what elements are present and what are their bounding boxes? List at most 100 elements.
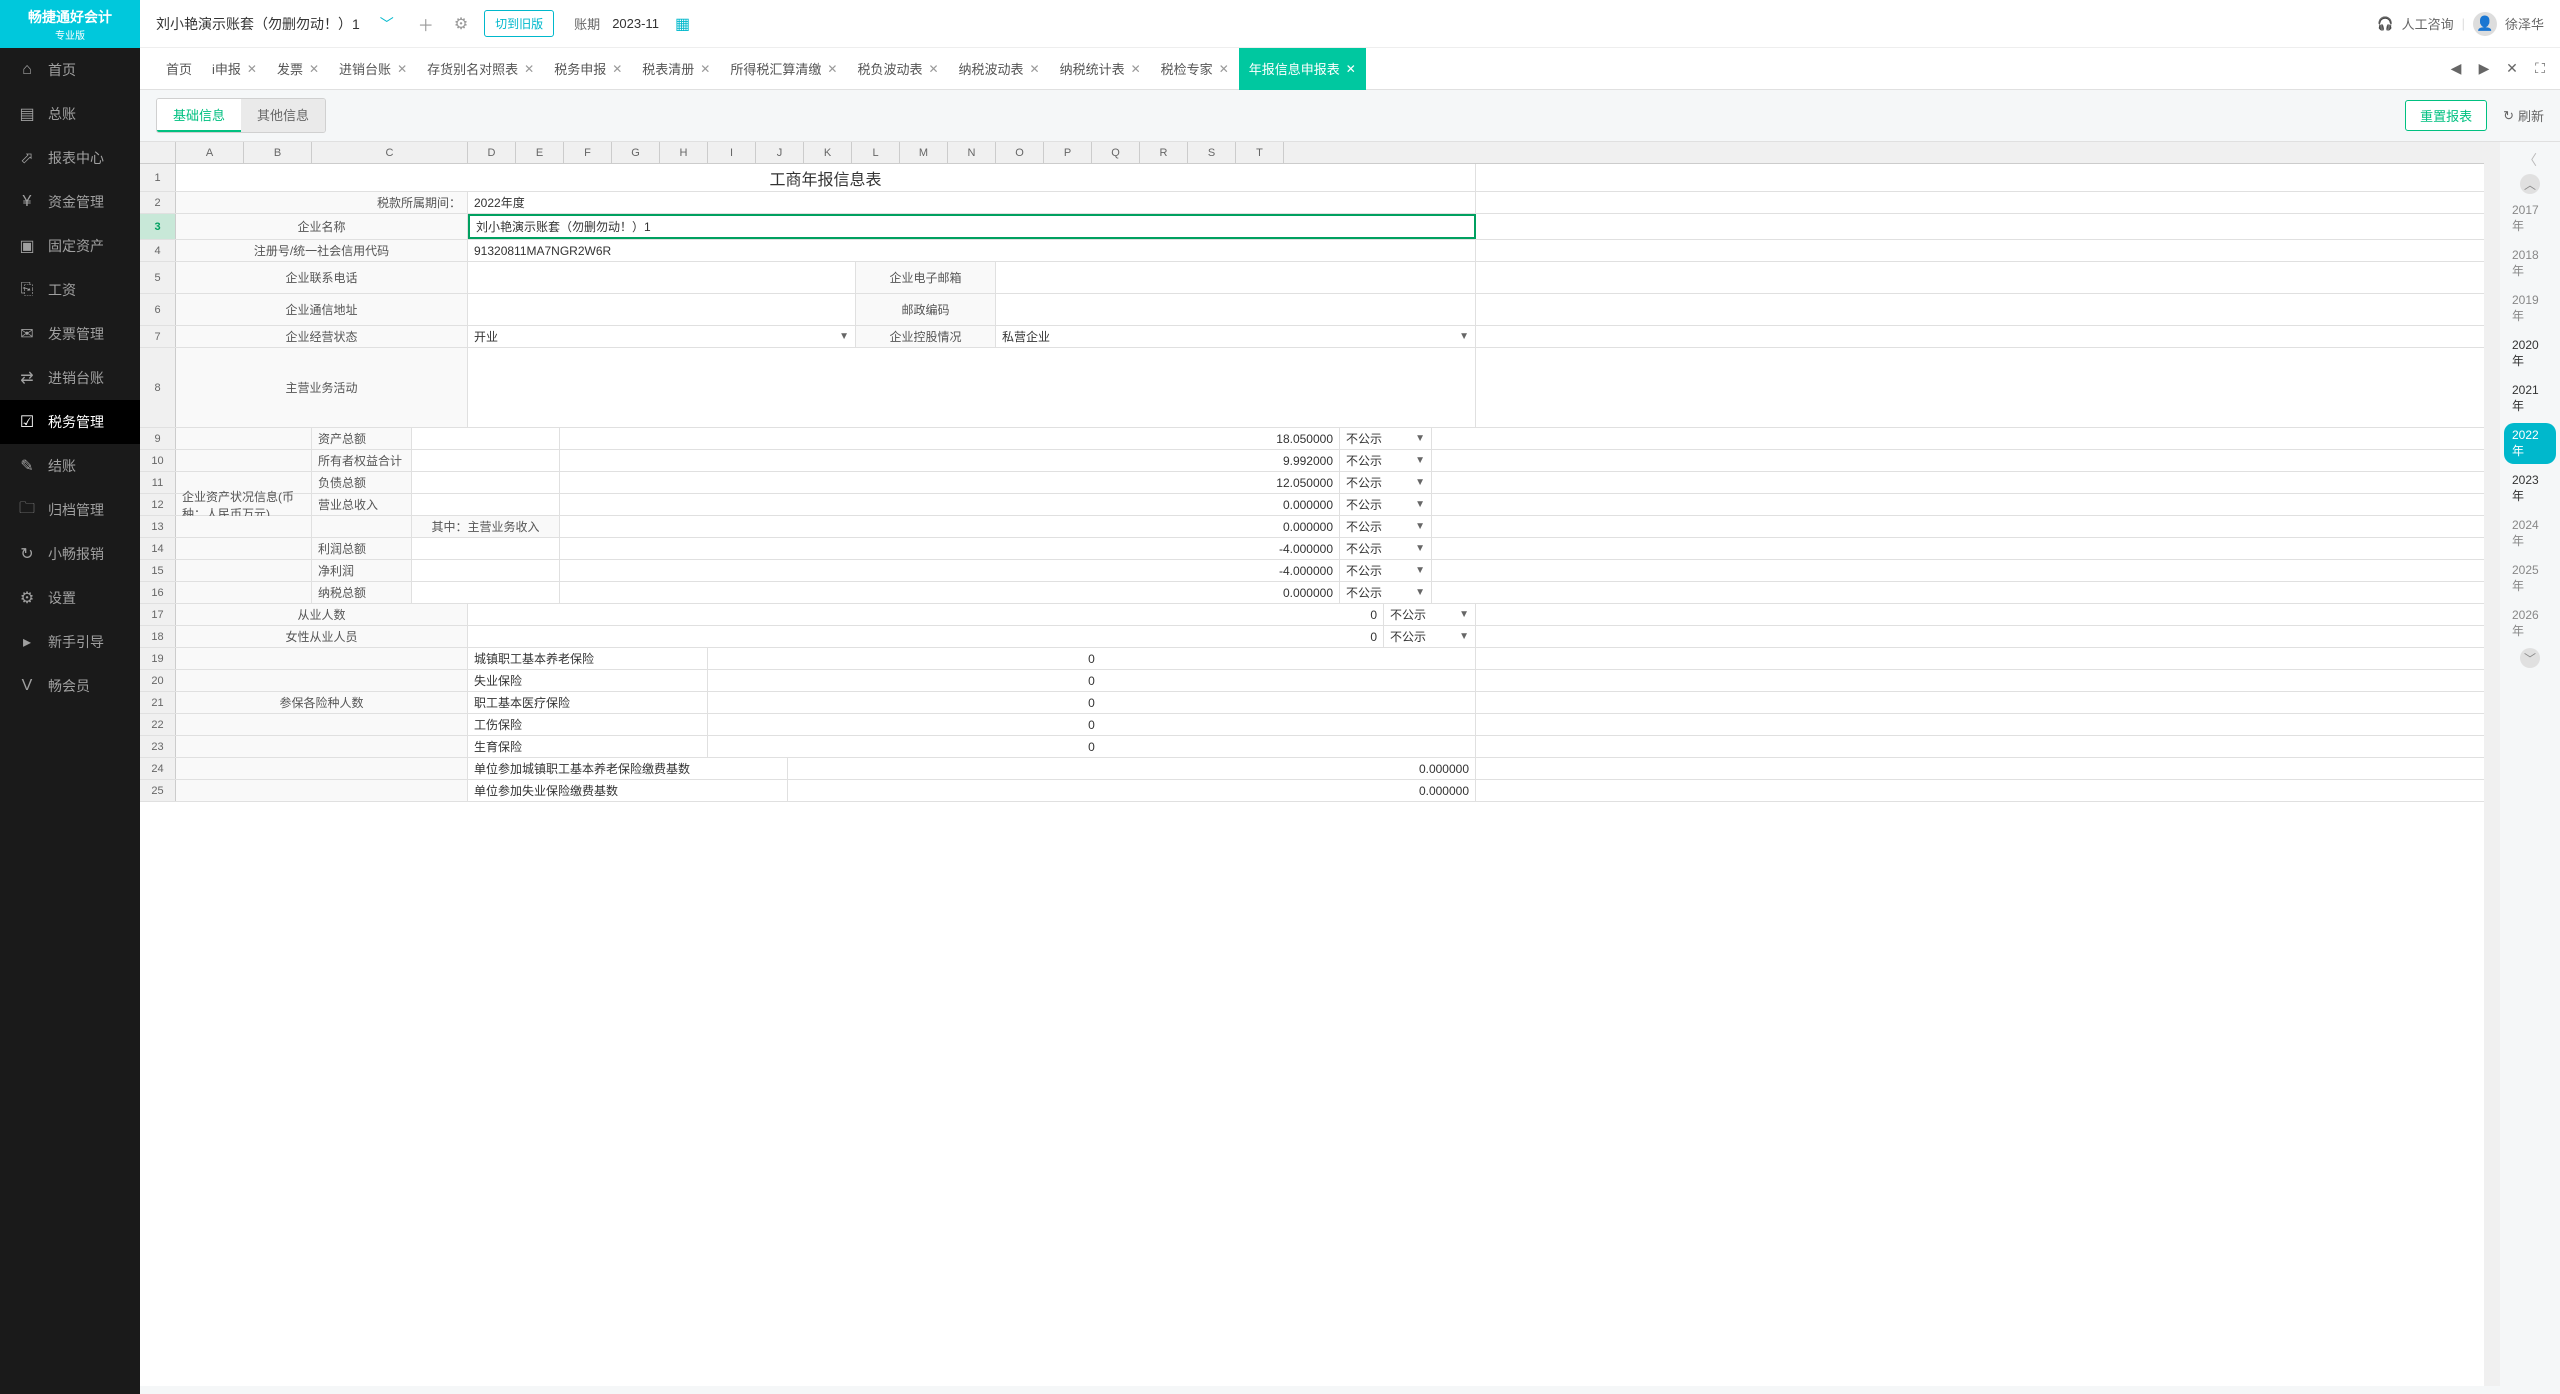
disclosure-dropdown[interactable]: 不公示▼: [1384, 604, 1476, 625]
row-header-1[interactable]: 1: [140, 164, 176, 191]
plus-icon[interactable]: ＋: [414, 8, 438, 40]
row-header-24[interactable]: 24: [140, 758, 176, 779]
year-item-2026年[interactable]: 2026年: [2504, 603, 2556, 644]
disclosure-dropdown[interactable]: 不公示▼: [1340, 472, 1432, 493]
disclosure-dropdown[interactable]: 不公示▼: [1340, 560, 1432, 581]
col-header-C[interactable]: C: [312, 142, 468, 163]
row-header-18[interactable]: 18: [140, 626, 176, 647]
avatar[interactable]: 👤: [2473, 12, 2497, 36]
year-item-2021年[interactable]: 2021年: [2504, 378, 2556, 419]
disclosure-dropdown[interactable]: 不公示▼: [1340, 494, 1432, 515]
year-item-2017年[interactable]: 2017年: [2504, 198, 2556, 239]
main-biz-input[interactable]: [468, 348, 1476, 427]
col-header-N[interactable]: N: [948, 142, 996, 163]
row-header-9[interactable]: 9: [140, 428, 176, 449]
col-header-B[interactable]: B: [244, 142, 312, 163]
tab-1[interactable]: i申报✕: [202, 48, 267, 90]
insurance-value[interactable]: 0: [708, 736, 1476, 757]
row-header-19[interactable]: 19: [140, 648, 176, 669]
year-up-icon[interactable]: ︿: [2520, 174, 2540, 194]
subtab-0[interactable]: 基础信息: [157, 99, 241, 132]
sidebar-item-0[interactable]: ⌂首页: [0, 48, 140, 92]
close-icon[interactable]: ✕: [1030, 62, 1040, 76]
disclosure-dropdown[interactable]: 不公示▼: [1340, 450, 1432, 471]
tab-10[interactable]: 纳税统计表✕: [1050, 48, 1151, 90]
period-value[interactable]: 2022年度: [468, 192, 1476, 213]
close-icon[interactable]: ✕: [1219, 62, 1229, 76]
reg-code-value[interactable]: 91320811MA7NGR2W6R: [468, 240, 1476, 261]
col-header-O[interactable]: O: [996, 142, 1044, 163]
col-header-G[interactable]: G: [612, 142, 660, 163]
reset-report-button[interactable]: 重置报表: [2405, 100, 2487, 131]
sidebar-item-2[interactable]: ⬀报表中心: [0, 136, 140, 180]
year-down-icon[interactable]: ﹀: [2520, 648, 2540, 668]
cell-value[interactable]: 0: [468, 626, 1384, 647]
year-item-2023年[interactable]: 2023年: [2504, 468, 2556, 509]
asset-value[interactable]: 9.992000: [560, 450, 1340, 471]
col-header-M[interactable]: M: [900, 142, 948, 163]
cell-input[interactable]: [468, 262, 856, 293]
sidebar-item-7[interactable]: ⇄进销台账: [0, 356, 140, 400]
row-header-3[interactable]: 3: [140, 214, 176, 239]
close-icon[interactable]: ✕: [612, 62, 622, 76]
row-header-25[interactable]: 25: [140, 780, 176, 801]
year-item-2022年[interactable]: 2022年: [2504, 423, 2556, 464]
asset-value[interactable]: 0.000000: [560, 582, 1340, 603]
col-header-H[interactable]: H: [660, 142, 708, 163]
cell-input[interactable]: [468, 294, 856, 325]
year-item-2019年[interactable]: 2019年: [2504, 288, 2556, 329]
tab-next-icon[interactable]: ▶: [2472, 57, 2496, 81]
cell-value[interactable]: 0.000000: [788, 758, 1476, 779]
row-header-21[interactable]: 21: [140, 692, 176, 713]
asset-value[interactable]: -4.000000: [560, 538, 1340, 559]
row-header-5[interactable]: 5: [140, 262, 176, 293]
cell-input[interactable]: [996, 294, 1476, 325]
sidebar-item-10[interactable]: 🗀归档管理: [0, 488, 140, 532]
sidebar-item-1[interactable]: ▤总账: [0, 92, 140, 136]
close-icon[interactable]: ✕: [524, 62, 534, 76]
close-icon[interactable]: ✕: [247, 62, 257, 76]
row-header-23[interactable]: 23: [140, 736, 176, 757]
refresh-button[interactable]: ↻ 刷新: [2503, 106, 2544, 125]
close-icon[interactable]: ✕: [928, 62, 938, 76]
tab-close-all-icon[interactable]: ✕: [2500, 57, 2524, 81]
sidebar-item-11[interactable]: ↻小畅报销: [0, 532, 140, 576]
horizontal-scrollbar[interactable]: [140, 1370, 2484, 1386]
tab-8[interactable]: 税负波动表✕: [847, 48, 948, 90]
close-icon[interactable]: ✕: [397, 62, 407, 76]
fullscreen-icon[interactable]: ⛶: [2528, 57, 2552, 81]
col-header-T[interactable]: T: [1236, 142, 1284, 163]
disclosure-dropdown[interactable]: 不公示▼: [1340, 428, 1432, 449]
asset-value[interactable]: 18.050000: [560, 428, 1340, 449]
row-header-11[interactable]: 11: [140, 472, 176, 493]
close-icon[interactable]: ✕: [1346, 62, 1356, 76]
insurance-value[interactable]: 0: [708, 692, 1476, 713]
row-header-22[interactable]: 22: [140, 714, 176, 735]
col-header-D[interactable]: D: [468, 142, 516, 163]
row-header-7[interactable]: 7: [140, 326, 176, 347]
tab-11[interactable]: 税检专家✕: [1151, 48, 1239, 90]
row-header-17[interactable]: 17: [140, 604, 176, 625]
close-icon[interactable]: ✕: [1131, 62, 1141, 76]
sidebar-item-8[interactable]: ☑税务管理: [0, 400, 140, 444]
row-header-12[interactable]: 12: [140, 494, 176, 515]
sidebar-item-14[interactable]: V畅会员: [0, 664, 140, 708]
row-header-8[interactable]: 8: [140, 348, 176, 427]
sidebar-item-13[interactable]: ▸新手引导: [0, 620, 140, 664]
col-header-K[interactable]: K: [804, 142, 852, 163]
switch-old-button[interactable]: 切到旧版: [484, 10, 554, 37]
row-header-20[interactable]: 20: [140, 670, 176, 691]
col-header-P[interactable]: P: [1044, 142, 1092, 163]
vertical-scrollbar[interactable]: [2484, 142, 2500, 1386]
col-header-Q[interactable]: Q: [1092, 142, 1140, 163]
tab-3[interactable]: 进销台账✕: [329, 48, 417, 90]
sidebar-item-4[interactable]: ▣固定资产: [0, 224, 140, 268]
disclosure-dropdown[interactable]: 不公示▼: [1340, 516, 1432, 537]
col-header-E[interactable]: E: [516, 142, 564, 163]
year-item-2024年[interactable]: 2024年: [2504, 513, 2556, 554]
sidebar-item-9[interactable]: ✎结账: [0, 444, 140, 488]
asset-value[interactable]: -4.000000: [560, 560, 1340, 581]
row-header-16[interactable]: 16: [140, 582, 176, 603]
disclosure-dropdown[interactable]: 不公示▼: [1384, 626, 1476, 647]
status-dropdown[interactable]: 开业▼: [468, 326, 856, 347]
